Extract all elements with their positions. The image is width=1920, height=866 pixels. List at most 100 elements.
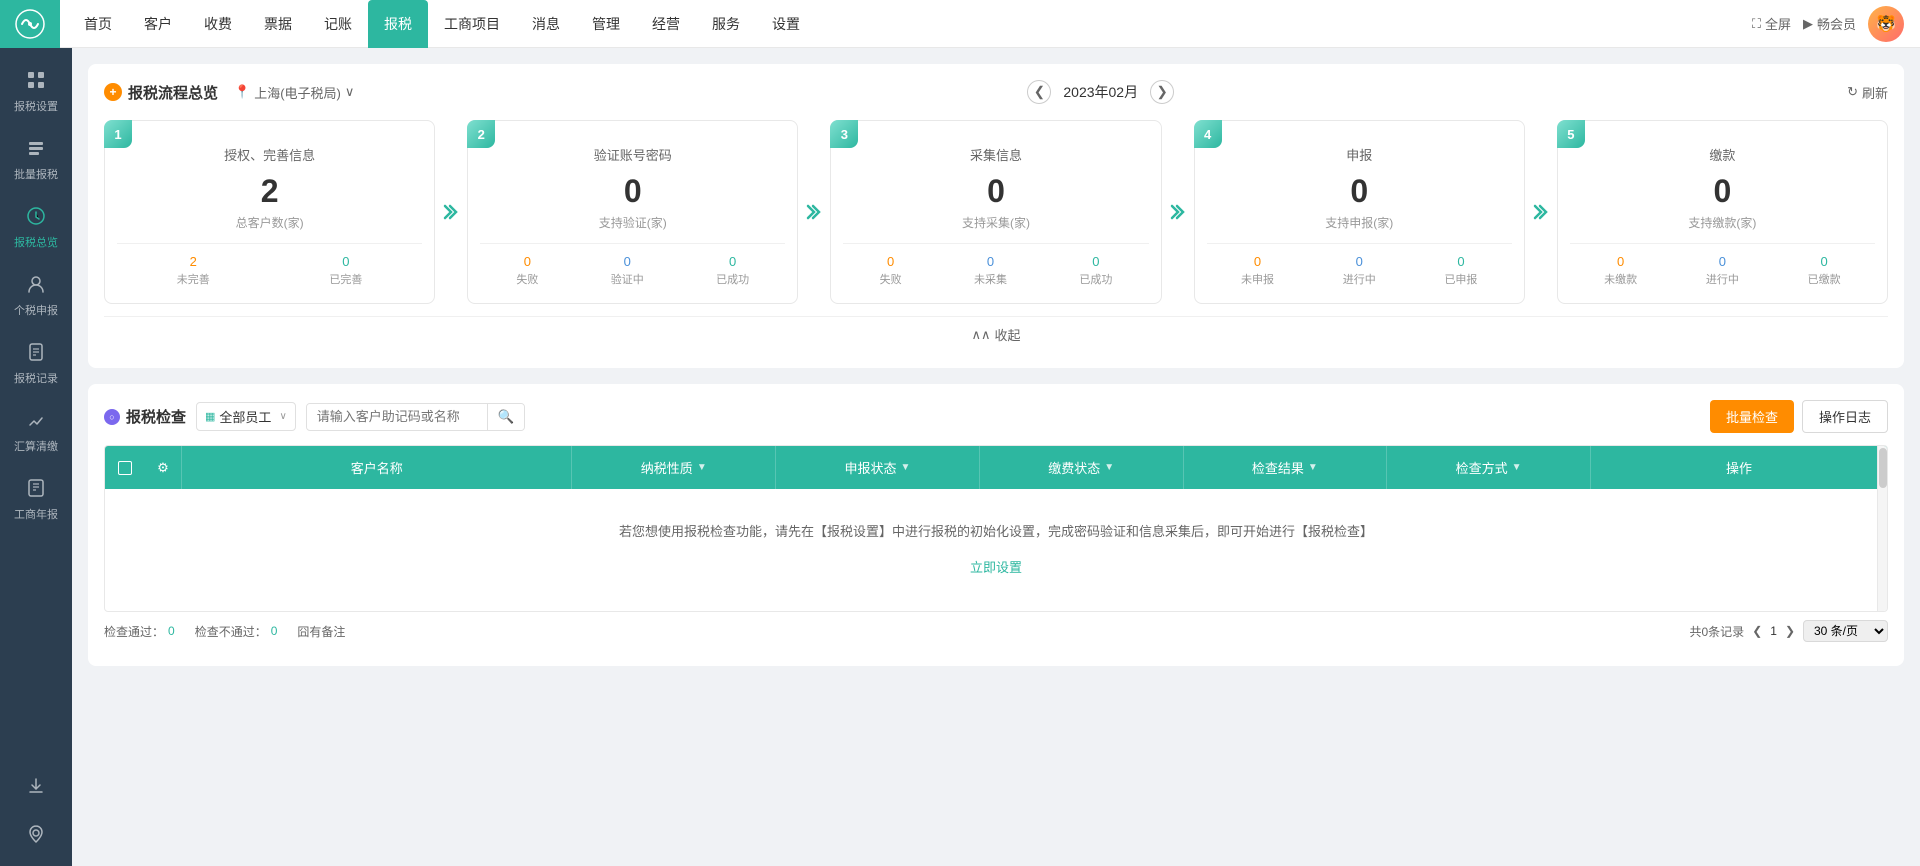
sidebar-bottom-location[interactable]	[0, 810, 72, 858]
settings-icon: ⚙	[157, 460, 169, 476]
settlement-icon	[22, 406, 50, 434]
step-num-3: 3	[830, 120, 858, 148]
step-title-4: 申报	[1207, 145, 1512, 164]
nav-management[interactable]: 管理	[576, 0, 636, 48]
step-stat-3-0: 0 失败	[880, 254, 902, 287]
collapse-btn[interactable]: ∧∧ 收起	[104, 317, 1888, 352]
pass-count-link[interactable]: 0	[168, 624, 175, 638]
location-tag[interactable]: 📍 上海(电子税局) ∨	[234, 83, 354, 102]
nav-customer[interactable]: 客户	[128, 0, 188, 48]
location-icon	[22, 820, 50, 848]
per-page-select[interactable]: 30 条/页50 条/页100 条/页	[1803, 620, 1888, 642]
step-stat-5-2: 0 已缴款	[1808, 254, 1841, 287]
setup-link[interactable]: 立即设置	[970, 560, 1022, 575]
header-checkbox[interactable]	[118, 461, 132, 475]
fail-count-link[interactable]: 0	[271, 624, 278, 638]
sidebar-item-individual-tax[interactable]: 个税申报	[0, 260, 72, 328]
sidebar-item-settlement[interactable]: 汇算清缴	[0, 396, 72, 464]
nav-service[interactable]: 服务	[696, 0, 756, 48]
th-settings[interactable]: ⚙	[145, 446, 181, 489]
step-count-5: 0	[1570, 172, 1875, 210]
sidebar-item-tax-overview[interactable]: 报税总览	[0, 192, 72, 260]
filter-icon-3: ▼	[1104, 462, 1114, 473]
member-btn[interactable]: ▶ 畅会员	[1803, 14, 1856, 33]
filter-icon-5: ▼	[1512, 462, 1522, 473]
dropdown-arrow-icon: ∨	[279, 411, 286, 422]
employee-filter-dropdown[interactable]: ▦ 全部员工 ∨	[196, 402, 296, 431]
next-month-btn[interactable]: ❯	[1150, 80, 1174, 104]
tax-check-table: ⚙ 客户名称 纳税性质 ▼ 申报状态 ▼ 缴费状态 ▼ 检查结果 ▼	[104, 445, 1888, 612]
download-icon	[22, 772, 50, 800]
step-card-3: 3 采集信息 0 支持采集(家) 0 失败 0 未采集 0 已成功	[830, 120, 1161, 304]
sidebar-bottom-download[interactable]	[0, 762, 72, 810]
table-header: ⚙ 客户名称 纳税性质 ▼ 申报状态 ▼ 缴费状态 ▼ 检查结果 ▼	[105, 446, 1887, 489]
th-payment-status[interactable]: 缴费状态 ▼	[979, 446, 1183, 489]
step-title-3: 采集信息	[843, 145, 1148, 164]
search-box: 🔍	[306, 403, 526, 431]
process-title: + 报税流程总览	[104, 82, 218, 103]
step-stat-2-2: 0 已成功	[716, 254, 749, 287]
step-count-2: 0	[480, 172, 785, 210]
th-tax-nature[interactable]: 纳税性质 ▼	[571, 446, 775, 489]
refresh-btn[interactable]: ↻ 刷新	[1847, 83, 1888, 102]
sidebar-item-tax-settings[interactable]: 报税设置	[0, 56, 72, 124]
nav-home[interactable]: 首页	[68, 0, 128, 48]
step-stat-5-0: 0 未缴款	[1604, 254, 1637, 287]
filter-icon-1: ▼	[697, 462, 707, 473]
step-num-1: 1	[104, 120, 132, 148]
individual-tax-icon	[22, 270, 50, 298]
fullscreen-btn[interactable]: ⛶ 全屏	[1752, 14, 1791, 33]
th-declaration-status[interactable]: 申报状态 ▼	[775, 446, 979, 489]
next-page-btn[interactable]: ❯	[1785, 624, 1795, 638]
nav-invoice[interactable]: 票据	[248, 0, 308, 48]
nav-tax[interactable]: 报税	[368, 0, 428, 48]
step-stats-5: 0 未缴款 0 进行中 0 已缴款	[1570, 243, 1875, 287]
th-checkbox[interactable]	[105, 446, 145, 489]
step-title-1: 授权、完善信息	[117, 145, 422, 164]
check-title-icon: ○	[104, 409, 120, 425]
operation-log-button[interactable]: 操作日志	[1802, 400, 1888, 433]
steps-container: 1 授权、完善信息 2 总客户数(家) 2 未完善 0 已完善	[104, 120, 1888, 304]
top-nav: 首页 客户 收费 票据 记账 报税 工商项目 消息 管理 经营 服务 设置 ⛶ …	[0, 0, 1920, 48]
step-stat-1-0: 2 未完善	[177, 254, 210, 287]
tax-overview-icon	[22, 202, 50, 230]
prev-month-btn[interactable]: ❮	[1027, 80, 1051, 104]
main-content: + 报税流程总览 📍 上海(电子税局) ∨ ❮ 2023年02月 ❯ ↻ 刷新 …	[72, 48, 1920, 866]
sidebar-item-annual-report[interactable]: 工商年报	[0, 464, 72, 532]
scrollbar[interactable]	[1877, 446, 1887, 611]
step-sub-1: 总客户数(家)	[117, 214, 422, 231]
top-nav-right: ⛶ 全屏 ▶ 畅会员 🐯	[1752, 6, 1904, 42]
step-arrow-2	[798, 120, 830, 304]
nav-operation[interactable]: 经营	[636, 0, 696, 48]
scrollbar-thumb[interactable]	[1879, 448, 1887, 488]
table-body: 若您想使用报税检查功能，请先在【报税设置】中进行报税的初始化设置，完成密码验证和…	[105, 489, 1887, 611]
search-input[interactable]	[307, 404, 487, 429]
fail-stat: 检查不通过： 0	[195, 623, 278, 640]
step-count-3: 0	[843, 172, 1148, 210]
th-operation: 操作	[1590, 446, 1887, 489]
month-nav: ❮ 2023年02月 ❯	[1027, 80, 1174, 104]
sidebar: 报税设置 批量报税 报税总览 个税申报 报税记录 汇算清缴 工商年报	[0, 48, 72, 866]
prev-page-btn[interactable]: ❮	[1752, 624, 1762, 638]
th-check-result[interactable]: 检查结果 ▼	[1183, 446, 1387, 489]
avatar[interactable]: 🐯	[1868, 6, 1904, 42]
pagination: 共0条记录 ❮ 1 ❯ 30 条/页50 条/页100 条/页	[1690, 620, 1889, 642]
nav-fee[interactable]: 收费	[188, 0, 248, 48]
search-button[interactable]: 🔍	[487, 404, 525, 430]
step-num-4: 4	[1194, 120, 1222, 148]
nav-bookkeeping[interactable]: 记账	[308, 0, 368, 48]
sidebar-item-batch-tax[interactable]: 批量报税	[0, 124, 72, 192]
nav-message[interactable]: 消息	[516, 0, 576, 48]
sidebar-item-tax-record[interactable]: 报税记录	[0, 328, 72, 396]
step-stats-3: 0 失败 0 未采集 0 已成功	[843, 243, 1148, 287]
th-check-method[interactable]: 检查方式 ▼	[1386, 446, 1590, 489]
nav-business[interactable]: 工商项目	[428, 0, 516, 48]
check-title: ○ 报税检查	[104, 406, 186, 427]
nav-settings[interactable]: 设置	[756, 0, 816, 48]
step-stat-4-0: 0 未申报	[1241, 254, 1274, 287]
pass-stat: 检查通过： 0	[104, 623, 175, 640]
step-title-2: 验证账号密码	[480, 145, 785, 164]
batch-check-button[interactable]: 批量检查	[1710, 400, 1794, 433]
step-stat-4-1: 0 进行中	[1343, 254, 1376, 287]
chevron-down-icon: ∨	[345, 84, 355, 100]
